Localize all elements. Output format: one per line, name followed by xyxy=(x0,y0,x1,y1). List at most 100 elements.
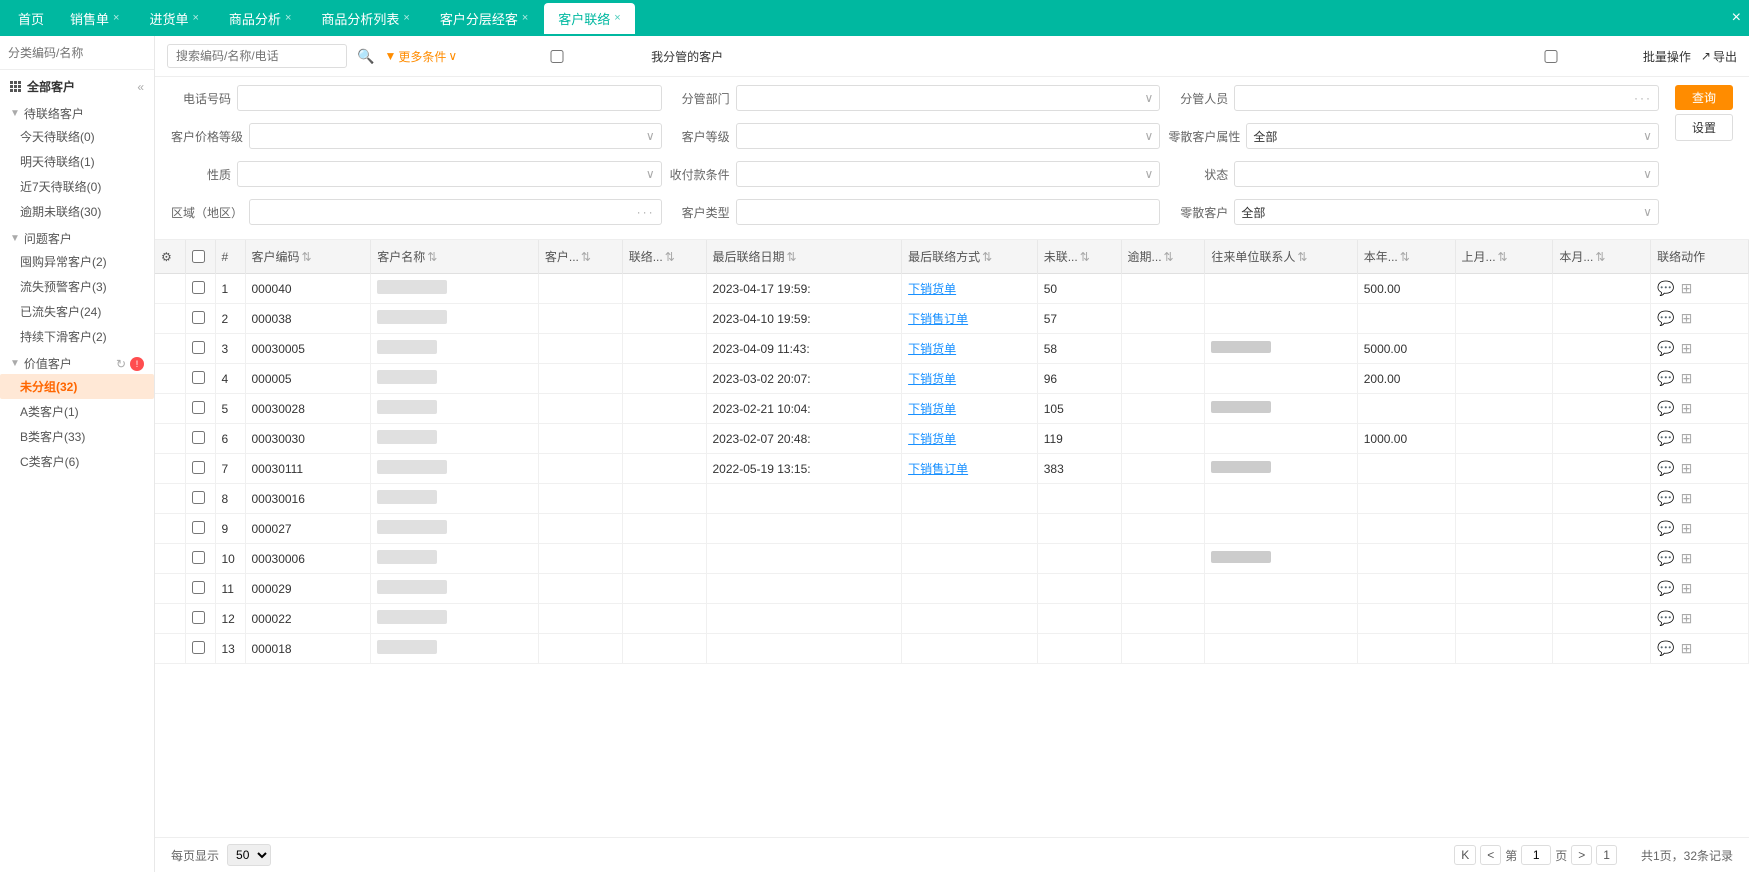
sort-icon[interactable]: ⇅ xyxy=(787,250,797,264)
batch-op-check[interactable] xyxy=(1461,50,1641,63)
chat-icon[interactable]: 💬 xyxy=(1657,430,1674,447)
search-input[interactable] xyxy=(167,44,347,68)
sort-icon[interactable]: ⇅ xyxy=(1080,250,1090,264)
prev-page-button[interactable]: < xyxy=(1480,845,1501,865)
my-customers-checkbox[interactable]: 我分管的客户 xyxy=(467,48,723,65)
cell-last-contact-method[interactable] xyxy=(902,484,1038,514)
cell-last-contact-method[interactable] xyxy=(902,604,1038,634)
close-icon[interactable]: × xyxy=(614,12,620,24)
grid-action-icon[interactable]: ⊞ xyxy=(1681,400,1693,417)
region-input[interactable]: ··· xyxy=(249,199,662,225)
section-pending-contact[interactable]: ▼ 待联络客户 xyxy=(0,99,154,124)
chat-icon[interactable]: 💬 xyxy=(1657,610,1674,627)
row-checkbox[interactable] xyxy=(192,581,205,594)
cell-checkbox[interactable] xyxy=(185,454,215,484)
cell-checkbox[interactable] xyxy=(185,424,215,454)
chat-icon[interactable]: 💬 xyxy=(1657,280,1674,297)
chat-icon[interactable]: 💬 xyxy=(1657,400,1674,417)
cell-checkbox[interactable] xyxy=(185,394,215,424)
sort-icon[interactable]: ⇅ xyxy=(1595,250,1605,264)
query-button[interactable]: 查询 xyxy=(1675,85,1733,110)
row-checkbox[interactable] xyxy=(192,551,205,564)
sort-icon[interactable]: ⇅ xyxy=(1164,250,1174,264)
cell-last-contact-method[interactable]: 下销货单 xyxy=(902,394,1038,424)
sidebar-item-tomorrow[interactable]: 明天待联络(1) xyxy=(0,149,154,174)
sort-icon[interactable]: ⇅ xyxy=(302,250,312,264)
global-close-button[interactable]: × xyxy=(1732,9,1741,27)
chat-icon[interactable]: 💬 xyxy=(1657,640,1674,657)
row-checkbox[interactable] xyxy=(192,341,205,354)
batch-op-button[interactable]: 批量操作 xyxy=(1461,48,1691,65)
grid-action-icon[interactable]: ⊞ xyxy=(1681,550,1693,567)
cell-last-contact-method[interactable] xyxy=(902,574,1038,604)
more-conditions-button[interactable]: ▼ 更多条件 ∨ xyxy=(384,48,457,65)
tab-home[interactable]: 首页 xyxy=(8,3,54,34)
manager-input[interactable]: ··· xyxy=(1234,85,1659,111)
last-page-button[interactable]: 1 xyxy=(1596,845,1617,865)
chat-icon[interactable]: 💬 xyxy=(1657,550,1674,567)
sidebar-item-declining[interactable]: 持续下滑客户(2) xyxy=(0,324,154,349)
col-last-month[interactable]: 上月...⇅ xyxy=(1455,240,1553,274)
grid-action-icon[interactable]: ⊞ xyxy=(1681,310,1693,327)
row-checkbox[interactable] xyxy=(192,491,205,504)
sidebar-item-a-class[interactable]: A类客户(1) xyxy=(0,399,154,424)
col-last-contact-date[interactable]: 最后联络日期⇅ xyxy=(706,240,902,274)
sort-icon[interactable]: ⇅ xyxy=(665,250,675,264)
cell-last-contact-method[interactable]: 下销售订单 xyxy=(902,454,1038,484)
col-overdue[interactable]: 逾期...⇅ xyxy=(1121,240,1205,274)
tab-goods-analysis-list[interactable]: 商品分析列表 × xyxy=(307,3,423,34)
grid-action-icon[interactable]: ⊞ xyxy=(1681,520,1693,537)
cell-last-contact-method[interactable]: 下销货单 xyxy=(902,364,1038,394)
col-this-year[interactable]: 本年...⇅ xyxy=(1357,240,1455,274)
grid-action-icon[interactable]: ⊞ xyxy=(1681,640,1693,657)
col-name[interactable]: 客户名称⇅ xyxy=(371,240,539,274)
payment-select[interactable]: ∨ xyxy=(736,161,1161,187)
sparse-customer-select[interactable]: 全部∨ xyxy=(1234,199,1659,225)
close-icon[interactable]: × xyxy=(403,12,409,24)
chat-icon[interactable]: 💬 xyxy=(1657,340,1674,357)
col-contact[interactable]: 联络...⇅ xyxy=(622,240,706,274)
tab-customer-layer[interactable]: 客户分层经客 × xyxy=(426,3,542,34)
col-no-contact[interactable]: 未联...⇅ xyxy=(1037,240,1121,274)
cell-last-contact-method[interactable] xyxy=(902,514,1038,544)
phone-input[interactable] xyxy=(237,85,662,111)
sidebar-item-lost[interactable]: 已流失客户(24) xyxy=(0,299,154,324)
close-icon[interactable]: × xyxy=(285,12,291,24)
sidebar-item-at-risk[interactable]: 流失预警客户(3) xyxy=(0,274,154,299)
sidebar-item-ungroup[interactable]: 未分组(32) xyxy=(0,374,154,399)
sort-icon[interactable]: ⇅ xyxy=(427,250,437,264)
first-page-button[interactable]: K xyxy=(1454,845,1476,865)
row-checkbox[interactable] xyxy=(192,641,205,654)
sidebar-item-overdue[interactable]: 逾期未联络(30) xyxy=(0,199,154,224)
col-contacts[interactable]: 往来单位联系人⇅ xyxy=(1205,240,1357,274)
section-problem-customers[interactable]: ▼ 问题客户 xyxy=(0,224,154,249)
col-type[interactable]: 客户...⇅ xyxy=(538,240,622,274)
grid-action-icon[interactable]: ⊞ xyxy=(1681,430,1693,447)
sort-icon[interactable]: ⇅ xyxy=(982,250,992,264)
cell-checkbox[interactable] xyxy=(185,274,215,304)
my-customers-check[interactable] xyxy=(467,50,647,63)
tab-sales[interactable]: 销售单 × xyxy=(56,3,133,34)
close-icon[interactable]: × xyxy=(192,12,198,24)
cell-checkbox[interactable] xyxy=(185,304,215,334)
grid-action-icon[interactable]: ⊞ xyxy=(1681,610,1693,627)
export-button[interactable]: ↗ 导出 xyxy=(1701,48,1737,65)
row-checkbox[interactable] xyxy=(192,371,205,384)
dept-select[interactable]: ∨ xyxy=(736,85,1161,111)
cell-last-contact-method[interactable] xyxy=(902,544,1038,574)
cell-checkbox[interactable] xyxy=(185,364,215,394)
chat-icon[interactable]: 💬 xyxy=(1657,310,1674,327)
sidebar-item-today[interactable]: 今天待联络(0) xyxy=(0,124,154,149)
row-checkbox[interactable] xyxy=(192,401,205,414)
chat-icon[interactable]: 💬 xyxy=(1657,460,1674,477)
sidebar-search-input[interactable] xyxy=(8,46,155,60)
sidebar-item-abnormal[interactable]: 囤购异常客户(2) xyxy=(0,249,154,274)
chat-icon[interactable]: 💬 xyxy=(1657,370,1674,387)
select-all-checkbox[interactable] xyxy=(192,250,205,263)
grid-action-icon[interactable]: ⊞ xyxy=(1681,580,1693,597)
sparse-attr-select[interactable]: 全部∨ xyxy=(1246,123,1659,149)
reset-button[interactable]: 设置 xyxy=(1675,114,1733,141)
sort-icon[interactable]: ⇅ xyxy=(1297,250,1307,264)
nature-select[interactable]: ∨ xyxy=(237,161,662,187)
cell-checkbox[interactable] xyxy=(185,544,215,574)
